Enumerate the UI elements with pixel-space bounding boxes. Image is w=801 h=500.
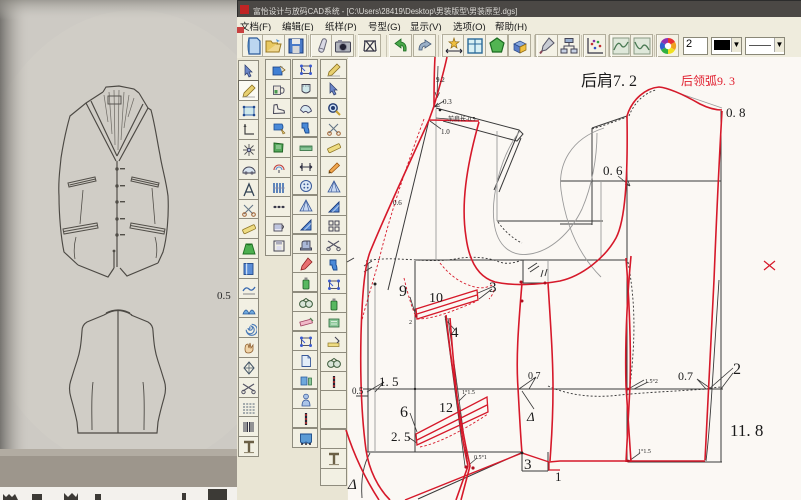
svg-text:后肩7. 2: 后肩7. 2	[581, 72, 637, 90]
svg-text:0.7: 0.7	[678, 369, 693, 383]
svg-text:1.5°2: 1.5°2	[645, 378, 658, 385]
svg-text:4: 4	[451, 325, 459, 341]
svg-text:11. 8: 11. 8	[730, 421, 763, 440]
svg-text:1°1.5: 1°1.5	[638, 448, 651, 455]
svg-text:12: 12	[439, 401, 453, 416]
svg-text:0.5: 0.5	[352, 386, 364, 396]
svg-text:9.2: 9.2	[436, 76, 445, 84]
svg-text:2. 5: 2. 5	[391, 429, 411, 444]
svg-text:前肩长-0.5: 前肩长-0.5	[448, 115, 476, 123]
svg-text:1: 1	[555, 469, 562, 484]
svg-text:3: 3	[524, 457, 532, 473]
svg-text:1.0: 1.0	[441, 128, 450, 136]
svg-text:10: 10	[429, 291, 443, 306]
svg-text:Δ: Δ	[347, 477, 357, 493]
svg-text:0. 8: 0. 8	[726, 105, 746, 120]
svg-text:1°1.5: 1°1.5	[462, 389, 475, 396]
svg-text:Δ: Δ	[526, 409, 535, 424]
svg-text:0. 6: 0. 6	[603, 163, 623, 178]
svg-text:3: 3	[489, 280, 497, 296]
svg-text:0.6: 0.6	[393, 199, 402, 207]
svg-text:6: 6	[400, 404, 408, 421]
svg-text:0.3: 0.3	[443, 98, 452, 106]
svg-text:9: 9	[399, 283, 407, 300]
svg-text:0.7: 0.7	[528, 371, 541, 382]
svg-text:2: 2	[409, 320, 412, 326]
svg-text:1. 5: 1. 5	[379, 374, 399, 389]
svg-text:0.5°1: 0.5°1	[474, 454, 487, 461]
svg-text:后领弧9. 3: 后领弧9. 3	[681, 74, 735, 88]
svg-text:2: 2	[733, 361, 741, 378]
